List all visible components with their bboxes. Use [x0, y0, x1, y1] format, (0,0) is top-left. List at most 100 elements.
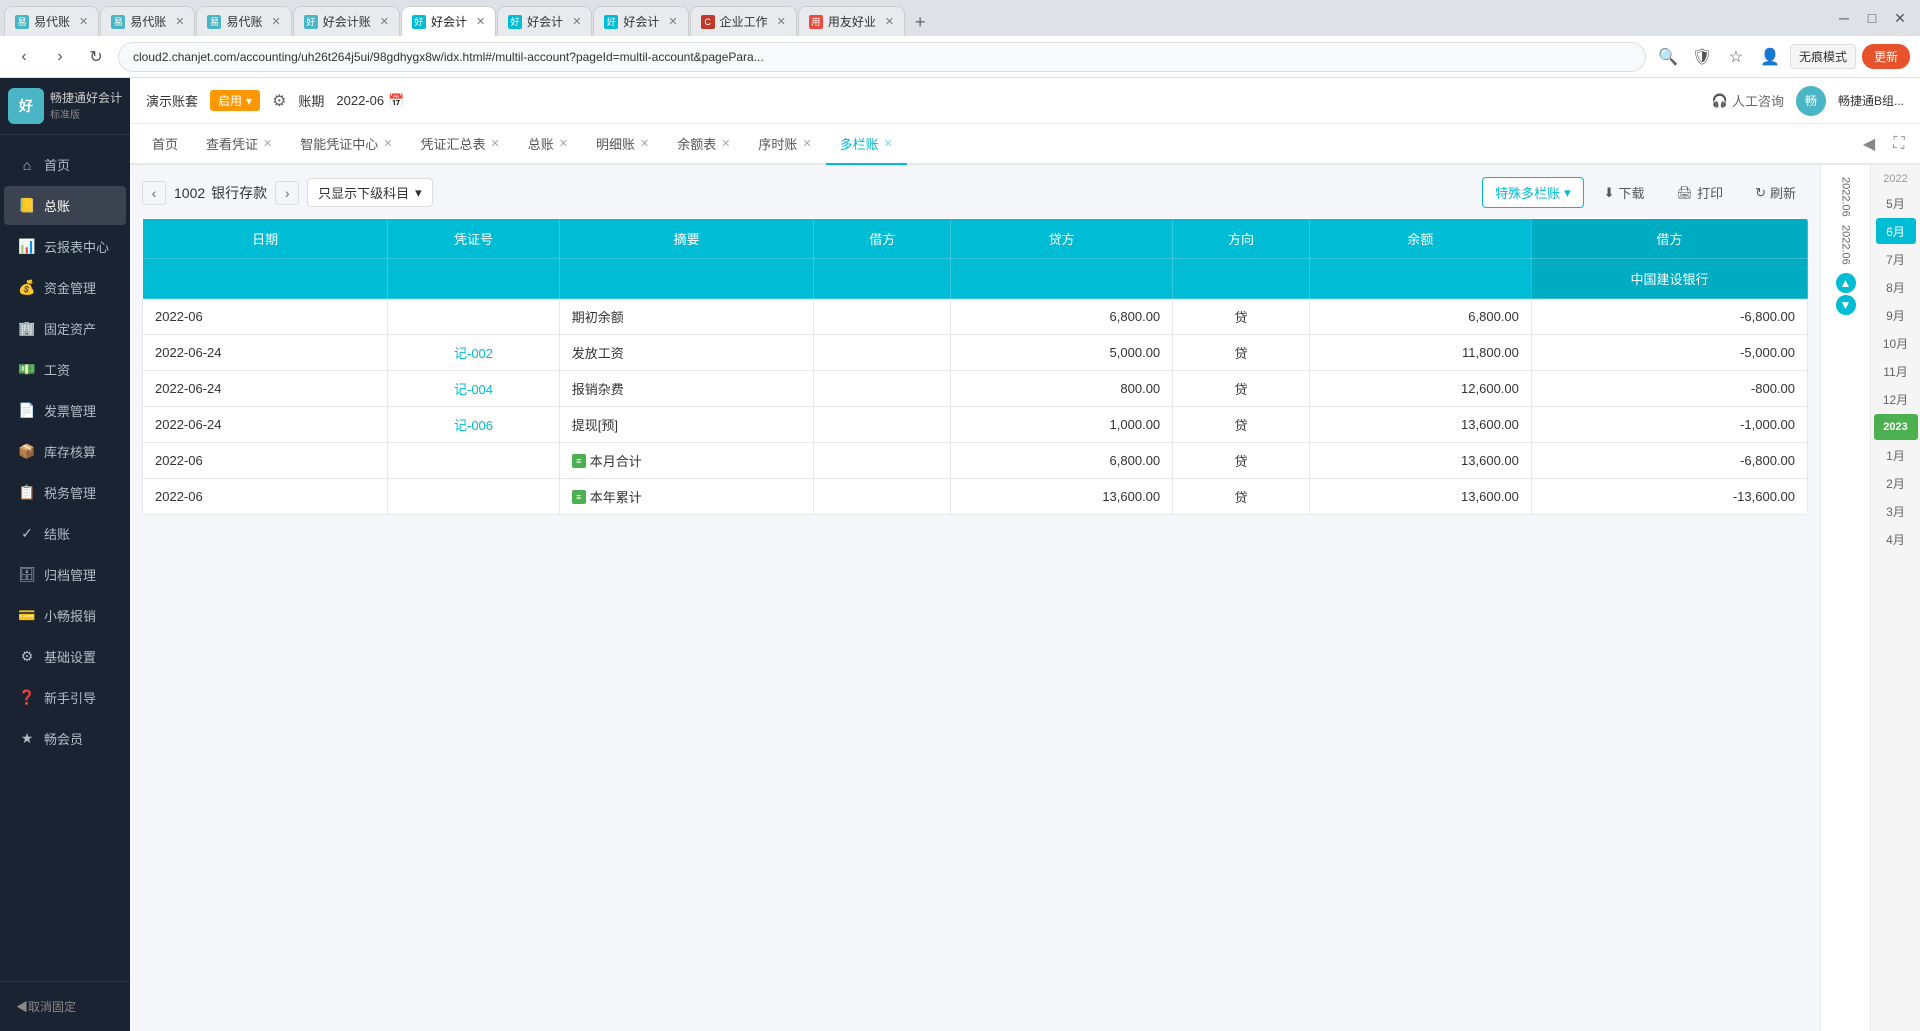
page-tab-general-ledger[interactable]: 总账✕ — [514, 124, 582, 165]
month-item-2023-4月[interactable]: 4月 — [1876, 526, 1916, 552]
sidebar-item-inventory[interactable]: 📦库存核算 — [4, 432, 126, 471]
update-btn[interactable]: 更新 — [1862, 44, 1910, 69]
month-item-6月[interactable]: 6月 — [1876, 218, 1916, 244]
col-summary: 摘要 — [559, 219, 814, 259]
back-btn[interactable]: ‹ — [10, 43, 38, 71]
cell-voucher[interactable]: 记-002 — [388, 335, 560, 371]
tab-close-icon[interactable]: ✕ — [263, 137, 272, 150]
browser-tab-4[interactable]: 好好会计账✕ — [293, 6, 400, 36]
table-row: 2022-06-24 记-004 报销杂费 800.00 贷 12,600.00… — [143, 371, 1808, 407]
page-tab-detail-ledger[interactable]: 明细账✕ — [582, 124, 663, 165]
star-icon[interactable]: ☆ — [1722, 43, 1750, 71]
calendar-icon[interactable]: 📅 — [388, 93, 404, 109]
download-icon: ⬇ — [1604, 185, 1615, 201]
cell-credit: 13,600.00 — [951, 479, 1173, 515]
address-bar-row: ‹ › ↻ 🔍 🛡 ☆ 👤 无痕模式 更新 — [0, 36, 1920, 78]
sidebar-item-assets[interactable]: 🏢固定资产 — [4, 309, 126, 348]
settings-icon[interactable]: ⚙ — [272, 91, 286, 111]
prev-account-btn[interactable]: ‹ — [142, 181, 166, 205]
tab-close-icon[interactable]: ✕ — [721, 137, 730, 150]
cell-voucher[interactable]: 记-004 — [388, 371, 560, 407]
browser-tab-7[interactable]: 好好会计✕ — [593, 6, 688, 36]
unpin-btn[interactable]: ◀取消固定 — [10, 992, 120, 1021]
page-tab-balance-sheet[interactable]: 余额表✕ — [663, 124, 744, 165]
special-ledger-btn[interactable]: 特殊多栏账 ▾ — [1482, 177, 1584, 208]
profile-icon[interactable]: 👤 — [1756, 43, 1784, 71]
browser-tab-9[interactable]: 用用友好业✕ — [798, 6, 905, 36]
tab-close-icon[interactable]: ✕ — [383, 137, 392, 150]
month-item-2023-3月[interactable]: 3月 — [1876, 498, 1916, 524]
month-item-5月[interactable]: 5月 — [1876, 190, 1916, 216]
extension-icon[interactable]: 🛡 — [1688, 43, 1716, 71]
tab-close-icon[interactable]: ✕ — [491, 137, 500, 150]
print-btn[interactable]: 🖨 打印 — [1665, 178, 1736, 207]
ledger-nav: ‹ 1002 银行存款 › 只显示下级科目 ▾ — [142, 178, 433, 207]
sidebar-item-expense[interactable]: 💳小畅报销 — [4, 596, 126, 635]
service-btn[interactable]: 🎧 人工咨询 — [1712, 91, 1784, 110]
month-item-8月[interactable]: 8月 — [1876, 274, 1916, 300]
browser-tab-2[interactable]: 易易代账✕ — [100, 6, 195, 36]
cell-voucher[interactable]: 记-006 — [388, 407, 560, 443]
month-item-9月[interactable]: 9月 — [1876, 302, 1916, 328]
month-item-7月[interactable]: 7月 — [1876, 246, 1916, 272]
month-item-2023-2月[interactable]: 2月 — [1876, 470, 1916, 496]
next-account-btn[interactable]: › — [275, 181, 299, 205]
tab-close-icon[interactable]: ✕ — [640, 137, 649, 150]
address-input[interactable] — [118, 42, 1646, 72]
month-item-11月[interactable]: 11月 — [1876, 358, 1916, 384]
cell-summary: ≡本年累计 — [559, 479, 814, 515]
browser-tab-5[interactable]: 好好会计✕ — [401, 6, 496, 36]
cell-balance: 11,800.00 — [1309, 335, 1531, 371]
cell-direction: 贷 — [1173, 299, 1310, 335]
sidebar-item-closing[interactable]: ✓结账 — [4, 514, 126, 553]
collapse-tabs-icon[interactable]: ◀ — [1856, 131, 1882, 157]
month-item-2023-1月[interactable]: 1月 — [1876, 442, 1916, 468]
tab-close-icon[interactable]: ✕ — [802, 137, 811, 150]
sidebar-item-guide[interactable]: ❓新手引导 — [4, 678, 126, 717]
tab-close-icon[interactable]: ✕ — [884, 137, 893, 150]
sidebar-item-salary[interactable]: 💵工资 — [4, 350, 126, 389]
close-btn[interactable]: ✕ — [1888, 6, 1912, 30]
page-tab-smart-voucher[interactable]: 智能凭证中心✕ — [286, 124, 406, 165]
sidebar-item-tax[interactable]: 📋税务管理 — [4, 473, 126, 512]
refresh-nav-btn[interactable]: ↻ — [82, 43, 110, 71]
col-extra1: 借方 — [1531, 219, 1807, 259]
filter-select[interactable]: 只显示下级科目 ▾ — [307, 178, 433, 207]
search-icon[interactable]: 🔍 — [1654, 43, 1682, 71]
sidebar-item-member[interactable]: ★畅会员 — [4, 719, 126, 758]
no-trace-btn[interactable]: 无痕模式 — [1790, 44, 1856, 69]
scroll-up-icon[interactable]: ▲ — [1836, 273, 1856, 293]
sidebar-item-reports[interactable]: 📊云报表中心 — [4, 227, 126, 266]
month-item-10月[interactable]: 10月 — [1876, 330, 1916, 356]
col-balance: 余额 — [1309, 219, 1531, 259]
scroll-down-icon[interactable]: ▼ — [1836, 295, 1856, 315]
download-btn[interactable]: ⬇ 下载 — [1592, 178, 1657, 207]
page-tab-sequence-ledger[interactable]: 序时账✕ — [744, 124, 825, 165]
forward-btn[interactable]: › — [46, 43, 74, 71]
account-status-badge[interactable]: 启用 ▾ — [210, 90, 260, 111]
page-tab-home[interactable]: 首页 — [138, 124, 192, 165]
page-tab-multi-col-ledger[interactable]: 多栏账✕ — [826, 124, 907, 165]
browser-tab-3[interactable]: 易易代账✕ — [196, 6, 291, 36]
page-tab-voucher-summary[interactable]: 凭证汇总表✕ — [406, 124, 513, 165]
maximize-btn[interactable]: □ — [1860, 6, 1884, 30]
browser-tab-6[interactable]: 好好会计✕ — [497, 6, 592, 36]
browser-tab-1[interactable]: 易易代账✕ — [4, 6, 99, 36]
browser-tab-8[interactable]: C企业工作✕ — [690, 6, 797, 36]
new-tab-btn[interactable]: + — [906, 8, 934, 36]
sidebar-item-archive[interactable]: 🗄归档管理 — [4, 555, 126, 594]
expand-tabs-icon[interactable]: ⛶ — [1886, 131, 1912, 157]
page-tab-voucher-view[interactable]: 查看凭证✕ — [192, 124, 286, 165]
sidebar-item-funds[interactable]: 💰资金管理 — [4, 268, 126, 307]
sidebar-item-settings[interactable]: ⚙基础设置 — [4, 637, 126, 676]
sidebar-item-invoice[interactable]: 📄发票管理 — [4, 391, 126, 430]
sidebar-item-ledger[interactable]: 📒总账 — [4, 186, 126, 225]
main-content: 演示账套 启用 ▾ ⚙ 账期 2022-06 📅 🎧 人工咨询 畅 畅捷通B组.… — [130, 78, 1920, 1031]
sidebar-item-home[interactable]: ⌂首页 — [4, 145, 126, 184]
month-item-12月[interactable]: 12月 — [1876, 386, 1916, 412]
minimize-btn[interactable]: ─ — [1832, 6, 1856, 30]
refresh-btn[interactable]: ↻ 刷新 — [1743, 178, 1808, 207]
sidebar: 好 畅捷通好会计 标准版 ⌂首页📒总账📊云报表中心💰资金管理🏢固定资产💵工资📄发… — [0, 78, 130, 1031]
right-panel: 2022.06 2022.06 ▲ ▼ — [1820, 165, 1870, 1031]
tab-close-icon[interactable]: ✕ — [559, 137, 568, 150]
